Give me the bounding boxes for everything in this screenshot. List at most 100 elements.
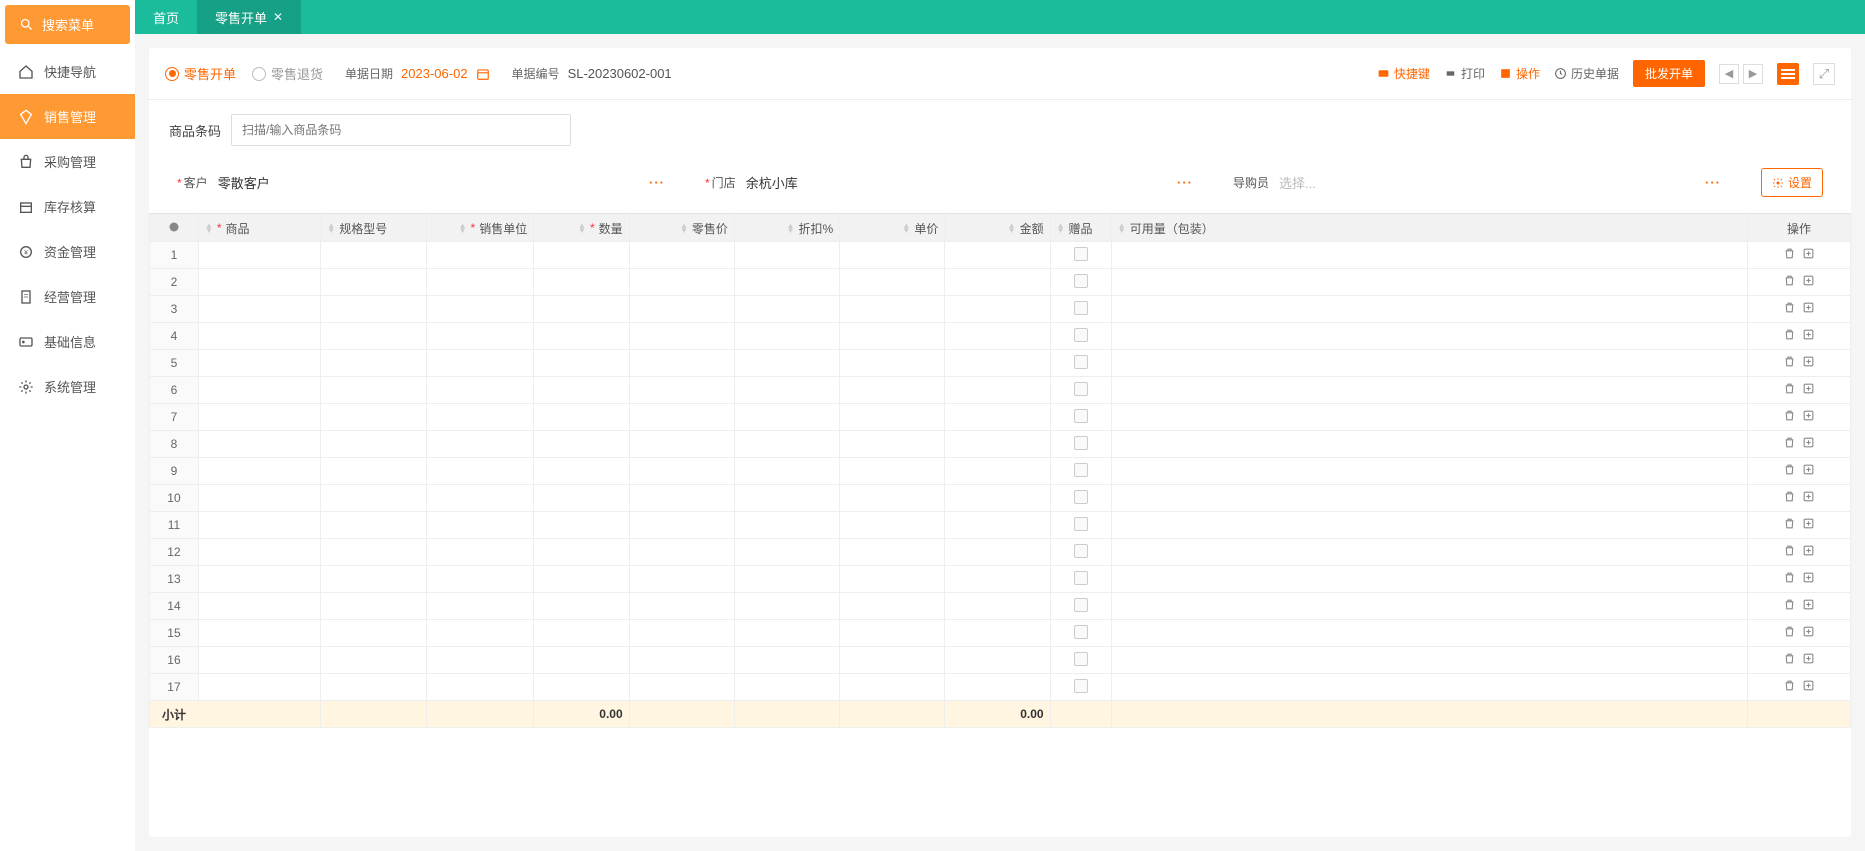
add-icon[interactable] <box>1802 571 1815 584</box>
sidebar-item-home[interactable]: 快捷导航 <box>0 49 135 94</box>
gift-checkbox[interactable] <box>1074 625 1088 639</box>
gift-checkbox[interactable] <box>1074 355 1088 369</box>
delete-icon[interactable] <box>1783 274 1796 287</box>
table-row[interactable]: 2 <box>150 269 1851 296</box>
table-row[interactable]: 11 <box>150 512 1851 539</box>
radio-open-order[interactable]: 零售开单 <box>165 64 236 83</box>
barcode-input[interactable] <box>231 114 571 146</box>
add-icon[interactable] <box>1802 679 1815 692</box>
table-row[interactable]: 7 <box>150 404 1851 431</box>
add-icon[interactable] <box>1802 436 1815 449</box>
print-button[interactable]: 打印 <box>1444 65 1485 82</box>
gift-checkbox[interactable] <box>1074 301 1088 315</box>
add-icon[interactable] <box>1802 625 1815 638</box>
table-row[interactable]: 8 <box>150 431 1851 458</box>
table-row[interactable]: 5 <box>150 350 1851 377</box>
col-gear[interactable] <box>150 215 199 242</box>
delete-icon[interactable] <box>1783 625 1796 638</box>
col-unit[interactable]: ▲▼*销售单位 <box>426 215 534 242</box>
col-qty[interactable]: ▲▼*数量 <box>534 215 629 242</box>
operate-button[interactable]: 操作 <box>1499 65 1540 82</box>
add-icon[interactable] <box>1802 301 1815 314</box>
settings-button[interactable]: 设置 <box>1761 168 1823 197</box>
delete-icon[interactable] <box>1783 463 1796 476</box>
table-row[interactable]: 4 <box>150 323 1851 350</box>
calendar-icon[interactable] <box>476 67 490 81</box>
table-row[interactable]: 16 <box>150 647 1851 674</box>
delete-icon[interactable] <box>1783 436 1796 449</box>
add-icon[interactable] <box>1802 598 1815 611</box>
col-disc[interactable]: ▲▼折扣% <box>734 215 839 242</box>
prev-button[interactable]: ◀ <box>1719 64 1739 84</box>
delete-icon[interactable] <box>1783 409 1796 422</box>
add-icon[interactable] <box>1802 274 1815 287</box>
gift-checkbox[interactable] <box>1074 652 1088 666</box>
gift-checkbox[interactable] <box>1074 247 1088 261</box>
col-product[interactable]: ▲▼*商品 <box>198 215 320 242</box>
delete-icon[interactable] <box>1783 679 1796 692</box>
radio-return-order[interactable]: 零售退货 <box>252 64 323 83</box>
list-view-button[interactable] <box>1777 63 1799 85</box>
sidebar-item-card[interactable]: 基础信息 <box>0 319 135 364</box>
sidebar-item-bag[interactable]: 采购管理 <box>0 139 135 184</box>
table-row[interactable]: 13 <box>150 566 1851 593</box>
add-icon[interactable] <box>1802 517 1815 530</box>
sidebar-item-coin[interactable]: ¥资金管理 <box>0 229 135 274</box>
add-icon[interactable] <box>1802 247 1815 260</box>
gift-checkbox[interactable] <box>1074 679 1088 693</box>
delete-icon[interactable] <box>1783 382 1796 395</box>
store-selector[interactable]: *门店 余杭小库 ··· <box>705 173 1193 192</box>
add-icon[interactable] <box>1802 463 1815 476</box>
close-icon[interactable]: ✕ <box>273 10 283 24</box>
gift-checkbox[interactable] <box>1074 382 1088 396</box>
gift-checkbox[interactable] <box>1074 409 1088 423</box>
delete-icon[interactable] <box>1783 517 1796 530</box>
batch-order-button[interactable]: 批发开单 <box>1633 60 1705 87</box>
table-row[interactable]: 9 <box>150 458 1851 485</box>
delete-icon[interactable] <box>1783 301 1796 314</box>
ellipsis-icon[interactable]: ··· <box>1177 175 1193 190</box>
delete-icon[interactable] <box>1783 544 1796 557</box>
sidebar-item-box[interactable]: 库存核算 <box>0 184 135 229</box>
doc-date-value[interactable]: 2023-06-02 <box>401 66 468 81</box>
delete-icon[interactable] <box>1783 247 1796 260</box>
delete-icon[interactable] <box>1783 490 1796 503</box>
col-spec[interactable]: ▲▼规格型号 <box>321 215 426 242</box>
col-uprice[interactable]: ▲▼单价 <box>840 215 945 242</box>
sidebar-item-diamond[interactable]: 销售管理 <box>0 94 135 139</box>
next-button[interactable]: ▶ <box>1743 64 1763 84</box>
expand-button[interactable]: ⤢ <box>1813 63 1835 85</box>
search-menu-button[interactable]: 搜索菜单 <box>5 5 130 44</box>
delete-icon[interactable] <box>1783 355 1796 368</box>
customer-selector[interactable]: *客户 零散客户 ··· <box>177 173 665 192</box>
table-row[interactable]: 17 <box>150 674 1851 701</box>
col-rprice[interactable]: ▲▼零售价 <box>629 215 734 242</box>
tab-retail-order[interactable]: 零售开单 ✕ <box>197 0 301 34</box>
shortcut-button[interactable]: 快捷键 <box>1377 65 1430 82</box>
delete-icon[interactable] <box>1783 328 1796 341</box>
table-row[interactable]: 3 <box>150 296 1851 323</box>
add-icon[interactable] <box>1802 652 1815 665</box>
add-icon[interactable] <box>1802 544 1815 557</box>
gift-checkbox[interactable] <box>1074 598 1088 612</box>
gift-checkbox[interactable] <box>1074 274 1088 288</box>
gift-checkbox[interactable] <box>1074 490 1088 504</box>
gift-checkbox[interactable] <box>1074 517 1088 531</box>
gift-checkbox[interactable] <box>1074 544 1088 558</box>
table-row[interactable]: 14 <box>150 593 1851 620</box>
delete-icon[interactable] <box>1783 571 1796 584</box>
tab-home[interactable]: 首页 <box>135 0 197 34</box>
gift-checkbox[interactable] <box>1074 328 1088 342</box>
gift-checkbox[interactable] <box>1074 571 1088 585</box>
delete-icon[interactable] <box>1783 598 1796 611</box>
table-row[interactable]: 6 <box>150 377 1851 404</box>
sidebar-item-doc[interactable]: 经营管理 <box>0 274 135 319</box>
col-amt[interactable]: ▲▼金额 <box>945 215 1050 242</box>
table-row[interactable]: 10 <box>150 485 1851 512</box>
table-row[interactable]: 12 <box>150 539 1851 566</box>
col-avail[interactable]: ▲▼可用量（包装） <box>1111 215 1747 242</box>
add-icon[interactable] <box>1802 382 1815 395</box>
col-gift[interactable]: ▲▼赠品 <box>1050 215 1111 242</box>
ellipsis-icon[interactable]: ··· <box>649 175 665 190</box>
table-row[interactable]: 1 <box>150 242 1851 269</box>
